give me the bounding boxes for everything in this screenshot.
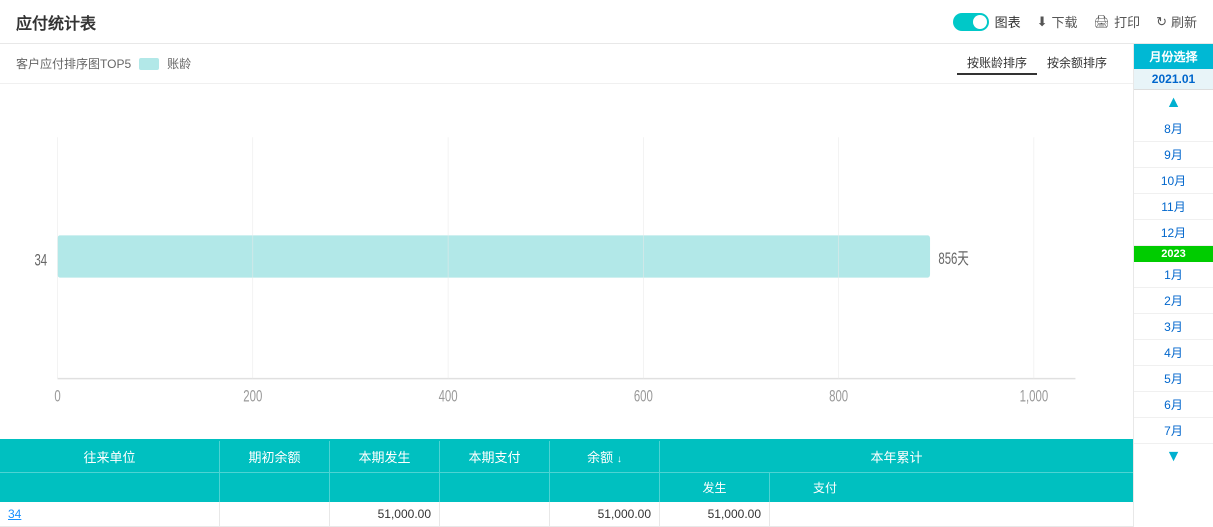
col-balance-header: 余额 ↓: [550, 441, 660, 472]
refresh-icon: ↻: [1156, 14, 1167, 30]
col-period-gen-sub: [330, 473, 440, 502]
cell-ytd-pay: [770, 502, 880, 526]
svg-text:400: 400: [439, 387, 458, 406]
sidebar-down-arrow[interactable]: ▼: [1134, 444, 1213, 470]
col-balance-sub: [550, 473, 660, 502]
col-ytd-gen-header: 发生: [660, 473, 770, 502]
chart-title-label: 客户应付排序图TOP5: [16, 55, 131, 72]
sidebar-year-label[interactable]: 2021.01: [1134, 69, 1213, 90]
col-period-pay-sub: [440, 473, 550, 502]
sort-by-age-button[interactable]: 按账龄排序: [957, 52, 1037, 75]
col-period-bal-header: 期初余额: [220, 441, 330, 472]
download-icon: ⬇: [1037, 14, 1048, 30]
col-unit-sub: [0, 473, 220, 502]
cell-balance: 51,000.00: [550, 502, 660, 526]
sidebar-month-2[interactable]: 2月: [1134, 288, 1213, 314]
svg-text:0: 0: [54, 387, 60, 406]
legend-color-box: [139, 58, 159, 70]
chart-toggle-wrapper[interactable]: 图表: [953, 12, 1021, 31]
sidebar-month-11[interactable]: 11月: [1134, 194, 1213, 220]
print-icon: 🖨: [1094, 14, 1111, 30]
sort-by-balance-button[interactable]: 按余额排序: [1037, 52, 1117, 75]
sidebar-month-5[interactable]: 5月: [1134, 366, 1213, 392]
sidebar-month-3[interactable]: 3月: [1134, 314, 1213, 340]
cell-period-pay: [440, 502, 550, 526]
chart-toggle[interactable]: [953, 13, 989, 31]
table-header: 往来单位 期初余额 本期发生 本期支付 余额 ↓ 本年累计: [0, 441, 1133, 472]
print-button[interactable]: 🖨 打印: [1094, 12, 1141, 31]
col-ytd-header: 本年累计: [660, 441, 1133, 472]
sidebar-month-6[interactable]: 6月: [1134, 392, 1213, 418]
svg-text:1,000: 1,000: [1020, 387, 1049, 406]
svg-text:600: 600: [634, 387, 653, 406]
sidebar-month-9[interactable]: 9月: [1134, 142, 1213, 168]
cell-ytd-gen: 51,000.00: [660, 502, 770, 526]
legend-label: 账龄: [167, 55, 191, 72]
refresh-label: 刷新: [1171, 12, 1197, 31]
sort-buttons: 按账龄排序 按余额排序: [957, 52, 1117, 75]
col-ytd-pay-header: 支付: [770, 473, 880, 502]
refresh-button[interactable]: ↻ 刷新: [1156, 12, 1197, 31]
table-row: 34 51,000.00 51,000.00 51,000.00: [0, 502, 1133, 527]
sidebar-month-1[interactable]: 1月: [1134, 262, 1213, 288]
cell-period-gen: 51,000.00: [330, 502, 440, 526]
chart-svg: 34 856天 0 200 400 600 800 1,000: [16, 92, 1117, 439]
sidebar-month-10[interactable]: 10月: [1134, 168, 1213, 194]
table-body: 34 51,000.00 51,000.00 51,000.00: [0, 502, 1133, 527]
header-actions: 图表 ⬇ 下载 🖨 打印 ↻ 刷新: [953, 12, 1197, 31]
sidebar-month-7[interactable]: 7月: [1134, 418, 1213, 444]
table-area: 往来单位 期初余额 本期发生 本期支付 余额 ↓ 本年累计: [0, 439, 1133, 527]
col-period-gen-header: 本期发生: [330, 441, 440, 472]
sidebar-up-arrow[interactable]: ▲: [1134, 90, 1213, 116]
table-subheader: 发生 支付: [0, 472, 1133, 502]
svg-text:856天: 856天: [938, 250, 968, 269]
chart-controls: 客户应付排序图TOP5 账龄 按账龄排序 按余额排序: [0, 44, 1133, 84]
col-period-bal-sub: [220, 473, 330, 502]
col-unit-header: 往来单位: [0, 441, 220, 472]
col-period-pay-header: 本期支付: [440, 441, 550, 472]
svg-text:800: 800: [829, 387, 848, 406]
download-button[interactable]: ⬇ 下载: [1037, 12, 1078, 31]
page-title: 应付统计表: [16, 10, 953, 34]
svg-text:34: 34: [34, 252, 47, 271]
cell-period-bal: [220, 502, 330, 526]
sidebar-header: 月份选择: [1134, 44, 1213, 69]
sidebar: 月份选择 2021.01 ▲ 8月 9月 10月 11月 12月 2023 1月…: [1133, 44, 1213, 527]
print-label: 打印: [1114, 12, 1140, 31]
download-label: 下载: [1052, 12, 1078, 31]
cell-unit[interactable]: 34: [0, 502, 220, 526]
chart-toggle-label: 图表: [995, 12, 1021, 31]
svg-text:200: 200: [243, 387, 262, 406]
sidebar-month-12[interactable]: 12月: [1134, 220, 1213, 246]
chart-wrapper: 34 856天 0 200 400 600 800 1,000: [0, 84, 1133, 439]
sidebar-month-4[interactable]: 4月: [1134, 340, 1213, 366]
chart-legend: 客户应付排序图TOP5 账龄: [16, 55, 191, 72]
sidebar-month-8[interactable]: 8月: [1134, 116, 1213, 142]
sidebar-year-badge[interactable]: 2023: [1134, 246, 1213, 262]
